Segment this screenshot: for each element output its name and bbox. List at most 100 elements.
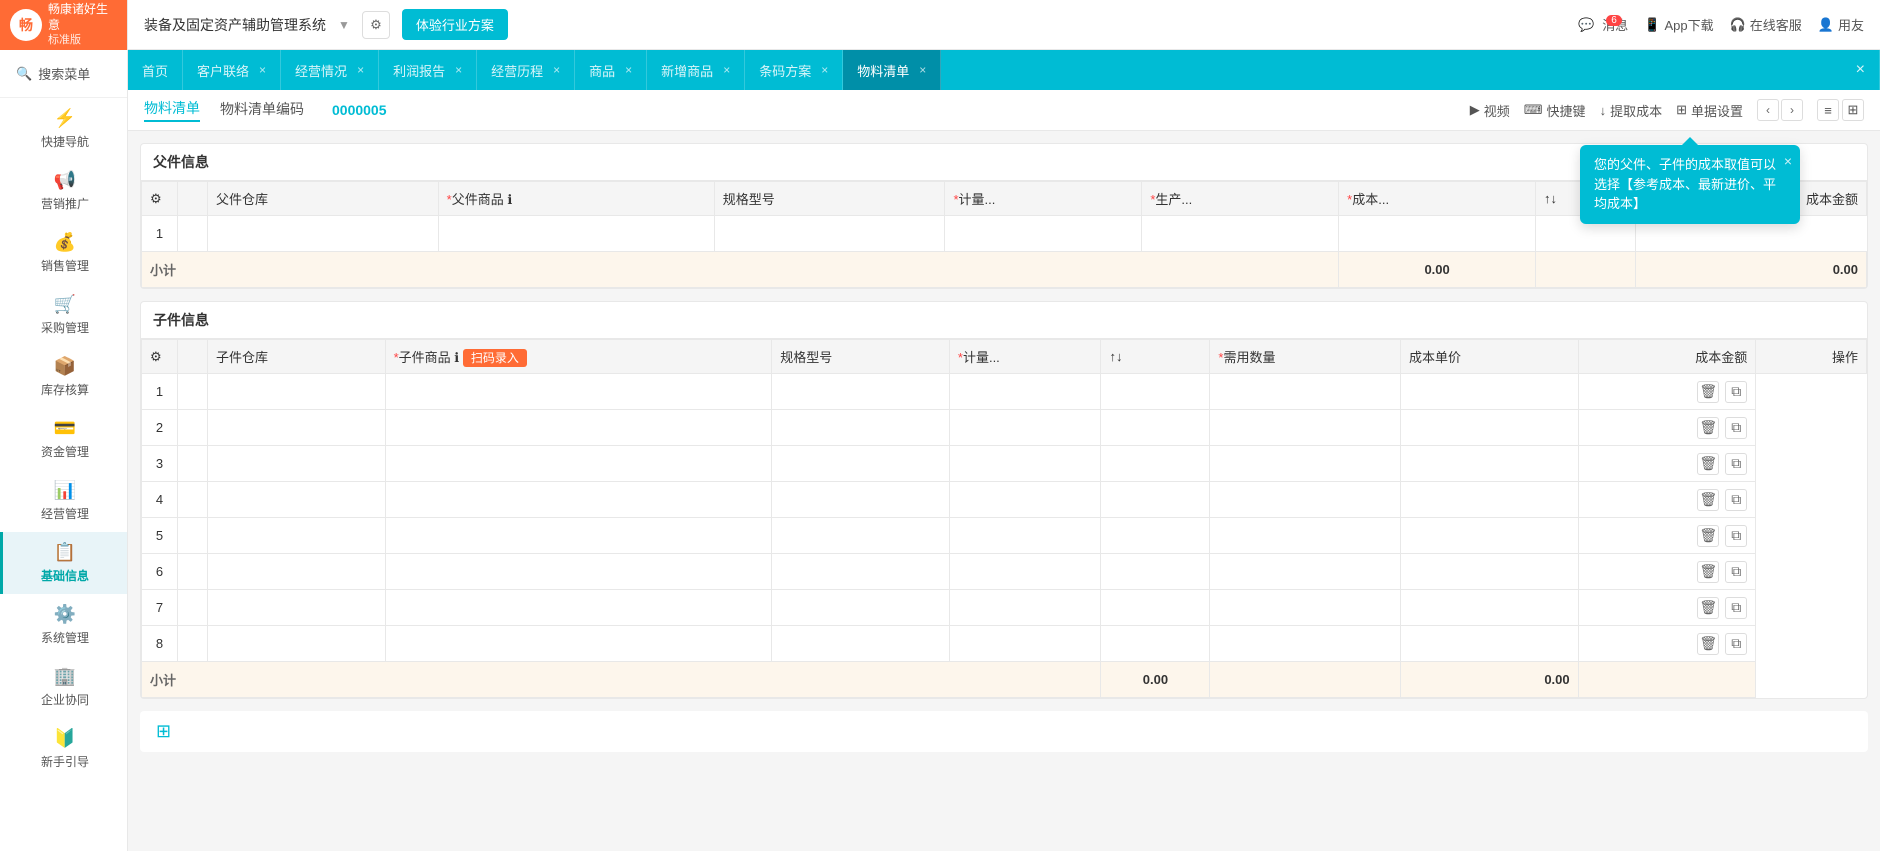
extract-cost-action[interactable]: ↓ 提取成本 <box>1600 101 1663 120</box>
view-toggle[interactable]: ≡ ⊞ <box>1817 99 1864 121</box>
search-section[interactable]: 🔍 搜索菜单 <box>0 50 127 98</box>
child-row-2-warehouse[interactable] <box>178 410 208 446</box>
single-settings-action[interactable]: ⊞ 单据设置 <box>1676 101 1743 120</box>
parent-row-1-warehouse[interactable] <box>178 216 208 252</box>
child-row-3-qty[interactable] <box>1101 446 1210 482</box>
child-row-3-copy-btn[interactable]: ⧉ <box>1725 453 1747 475</box>
child-row-7-spec[interactable] <box>385 590 772 626</box>
child-row-6-unit-cost[interactable] <box>1210 554 1401 590</box>
child-row-7-copy-btn[interactable]: ⧉ <box>1725 597 1747 619</box>
tooltip-close-button[interactable]: × <box>1784 151 1792 172</box>
child-row-4-unit-cost[interactable] <box>1210 482 1401 518</box>
child-row-1-product[interactable] <box>208 374 386 410</box>
tab-home[interactable]: 首页 <box>128 50 183 90</box>
child-row-6-copy-btn[interactable]: ⧉ <box>1725 561 1747 583</box>
parent-row-1-production[interactable] <box>945 216 1142 252</box>
child-row-7-product[interactable] <box>208 590 386 626</box>
child-row-2-copy-btn[interactable]: ⧉ <box>1725 417 1747 439</box>
user-action[interactable]: 👤 用友 <box>1818 15 1864 34</box>
sidebar-item-operations[interactable]: 📊 经营管理 <box>0 470 127 532</box>
tab-products[interactable]: 商品 × <box>575 50 647 90</box>
child-row-7-unit[interactable] <box>772 590 950 626</box>
customer-service-action[interactable]: 🎧 在线客服 <box>1730 15 1802 34</box>
tab-bom[interactable]: 物料清单 × <box>843 50 941 90</box>
grid-view-btn[interactable]: ⊞ <box>1842 99 1864 121</box>
child-row-2-unit-cost[interactable] <box>1210 410 1401 446</box>
child-row-7-delete-btn[interactable]: 🗑 <box>1697 597 1719 619</box>
tab-close-customers[interactable]: × <box>259 63 266 77</box>
child-row-3-unit[interactable] <box>772 446 950 482</box>
child-row-8-delete-btn[interactable]: 🗑 <box>1697 633 1719 655</box>
tab-close-ops-status[interactable]: × <box>357 63 364 77</box>
sidebar-item-purchase[interactable]: 🛒 采购管理 <box>0 284 127 346</box>
tab-add-product[interactable]: 新增商品 × <box>647 50 745 90</box>
child-row-6-delete-btn[interactable]: 🗑 <box>1697 561 1719 583</box>
child-row-8-spec[interactable] <box>385 626 772 662</box>
tab-close-add-product[interactable]: × <box>723 63 730 77</box>
tab-ops-history[interactable]: 经营历程 × <box>477 50 575 90</box>
child-row-6-unit[interactable] <box>772 554 950 590</box>
nav-prev-arrow[interactable]: ‹ <box>1757 99 1779 121</box>
child-row-2-product[interactable] <box>208 410 386 446</box>
child-row-1-delete-btn[interactable]: 🗑 <box>1697 381 1719 403</box>
tab-close-profit[interactable]: × <box>455 63 462 77</box>
app-download-action[interactable]: 📱 App下载 <box>1644 15 1713 34</box>
scan-input-button[interactable]: 扫码录入 <box>463 349 527 367</box>
child-th-settings[interactable]: ⚙ <box>142 340 178 374</box>
sidebar-item-sales[interactable]: 💰 销售管理 <box>0 222 127 284</box>
child-row-2-unit[interactable] <box>772 410 950 446</box>
message-action[interactable]: 💬 6 消息 <box>1578 15 1628 34</box>
shortcut-action[interactable]: ⌨ 快捷键 <box>1524 101 1586 120</box>
child-row-4-qty[interactable] <box>1101 482 1210 518</box>
parent-row-1-cost[interactable] <box>1142 216 1339 252</box>
child-row-1-qty[interactable] <box>1101 374 1210 410</box>
tab-profit[interactable]: 利润报告 × <box>379 50 477 90</box>
child-row-4-warehouse[interactable] <box>178 482 208 518</box>
child-row-8-unit[interactable] <box>772 626 950 662</box>
child-row-8-warehouse[interactable] <box>178 626 208 662</box>
child-row-3-delete-btn[interactable]: 🗑 <box>1697 453 1719 475</box>
sub-tab-bom-list[interactable]: 物料清单 <box>144 98 200 122</box>
view-action[interactable]: ▶ 视频 <box>1470 101 1510 120</box>
child-row-5-qty[interactable] <box>1101 518 1210 554</box>
tab-close-ops-history[interactable]: × <box>553 63 560 77</box>
child-row-2-spec[interactable] <box>385 410 772 446</box>
child-row-6-warehouse[interactable] <box>178 554 208 590</box>
child-row-1-warehouse[interactable] <box>178 374 208 410</box>
child-row-7-qty[interactable] <box>1101 590 1210 626</box>
child-row-6-spec[interactable] <box>385 554 772 590</box>
child-row-8-product[interactable] <box>208 626 386 662</box>
parent-th-settings[interactable]: ⚙ <box>142 182 178 216</box>
child-row-6-product[interactable] <box>208 554 386 590</box>
child-row-2-delete-btn[interactable]: 🗑 <box>1697 417 1719 439</box>
child-row-2-qty[interactable] <box>1101 410 1210 446</box>
child-row-7-warehouse[interactable] <box>178 590 208 626</box>
parent-row-1-spec[interactable] <box>438 216 714 252</box>
sidebar-item-guide[interactable]: 🔰 新手引导 <box>0 718 127 780</box>
system-dropdown-arrow[interactable]: ▼ <box>338 18 350 32</box>
tab-barcode[interactable]: 条码方案 × <box>745 50 843 90</box>
child-row-8-qty[interactable] <box>1101 626 1210 662</box>
child-row-5-warehouse[interactable] <box>178 518 208 554</box>
tab-customers[interactable]: 客户联络 × <box>183 50 281 90</box>
child-row-3-product[interactable] <box>208 446 386 482</box>
child-row-4-delete-btn[interactable]: 🗑 <box>1697 489 1719 511</box>
tab-close-products[interactable]: × <box>625 63 632 77</box>
child-row-5-spec[interactable] <box>385 518 772 554</box>
sub-tab-bom-code[interactable]: 物料清单编码 <box>220 99 304 121</box>
child-row-4-copy-btn[interactable]: ⧉ <box>1725 489 1747 511</box>
child-row-5-product[interactable] <box>208 518 386 554</box>
tab-close-all[interactable]: × <box>1842 50 1880 90</box>
sidebar-item-system[interactable]: ⚙️ 系统管理 <box>0 594 127 656</box>
child-row-8-unit-cost[interactable] <box>1210 626 1401 662</box>
parent-row-1-unit[interactable] <box>714 216 945 252</box>
child-row-1-spec[interactable] <box>385 374 772 410</box>
parent-row-1-product[interactable] <box>208 216 439 252</box>
tab-close-barcode[interactable]: × <box>821 63 828 77</box>
child-row-5-delete-btn[interactable]: 🗑 <box>1697 525 1719 547</box>
child-row-5-unit-cost[interactable] <box>1210 518 1401 554</box>
sidebar-item-basic-info[interactable]: 📋 基础信息 <box>0 532 127 594</box>
sidebar-item-marketing[interactable]: 📢 营销推广 <box>0 160 127 222</box>
child-row-4-unit[interactable] <box>772 482 950 518</box>
tab-close-bom[interactable]: × <box>919 63 926 77</box>
